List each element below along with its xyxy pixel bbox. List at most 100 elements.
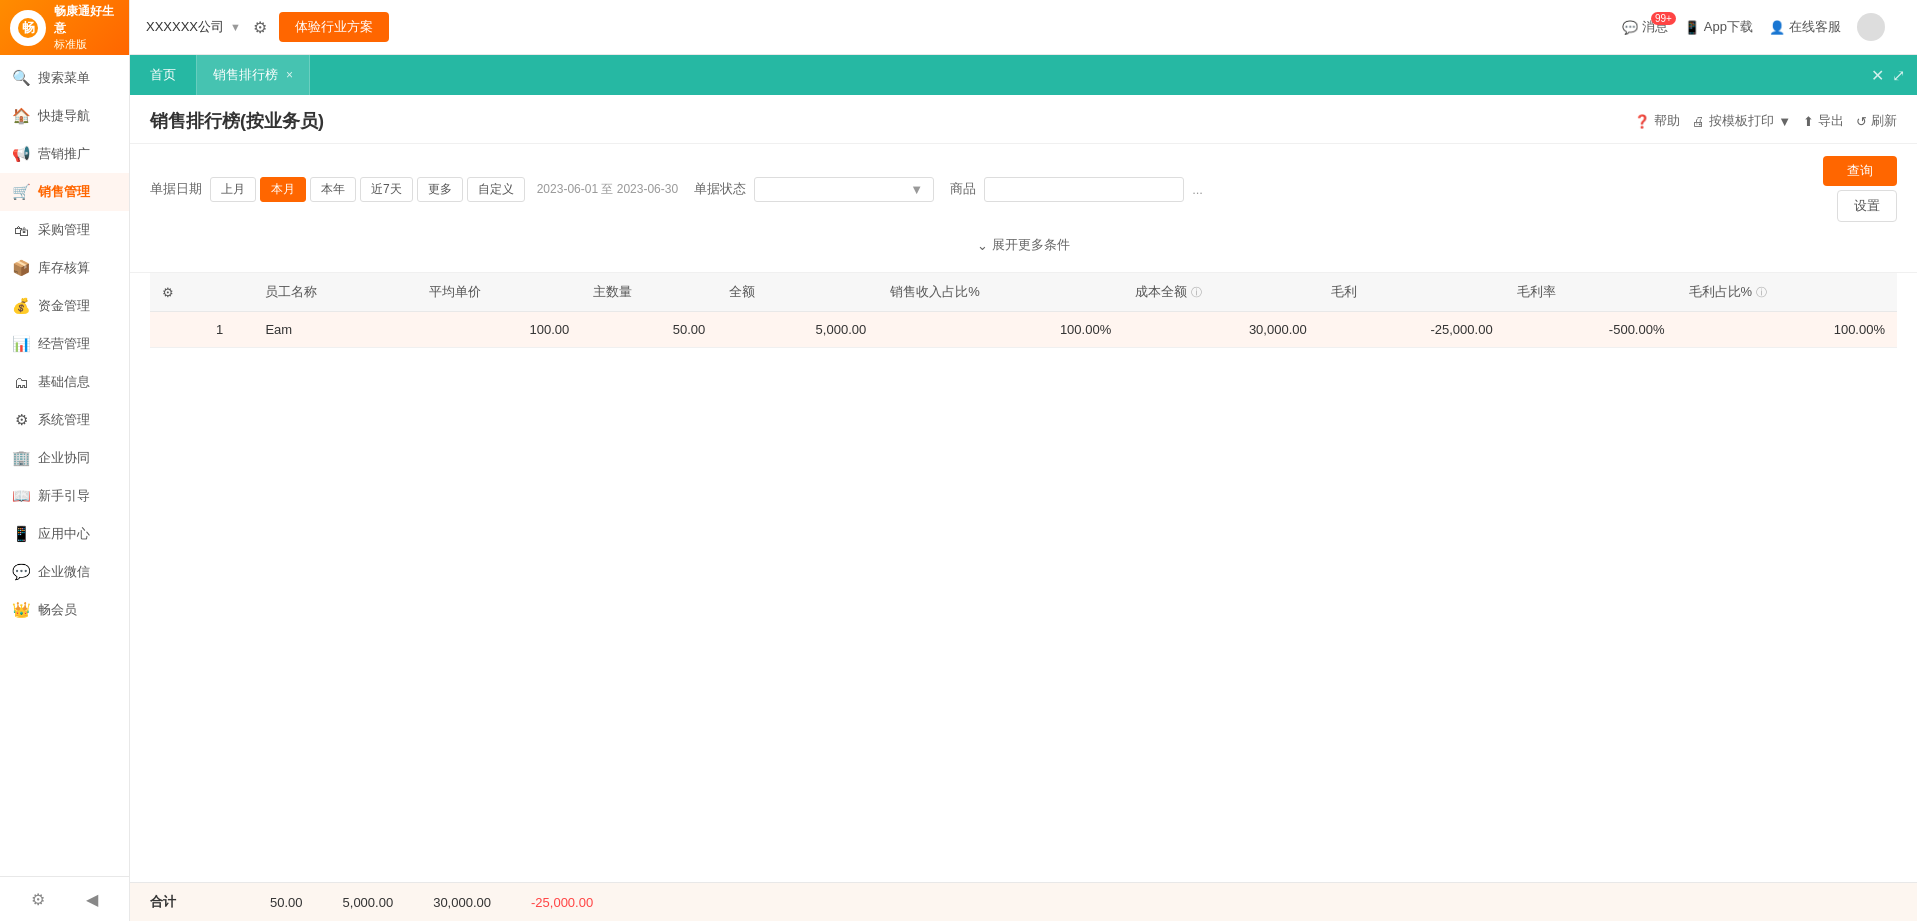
- th-gross: 毛利: [1319, 273, 1505, 312]
- sidebar-item-purchase[interactable]: 🛍 采购管理: [0, 211, 129, 249]
- goods-filter-group: 商品 ...: [950, 177, 1203, 202]
- help-button[interactable]: ❓ 帮助: [1634, 112, 1680, 130]
- page-header-actions: ❓ 帮助 🖨 按模板打印 ▼ ⬆ 导出 ↺ 刷新: [1634, 112, 1897, 130]
- query-button[interactable]: 查询: [1823, 156, 1897, 186]
- member-label: 畅会员: [38, 601, 77, 619]
- sidebar-item-quick-nav[interactable]: 🏠 快捷导航: [0, 97, 129, 135]
- app-label: App下载: [1704, 18, 1753, 36]
- tab-close-window-icon[interactable]: ✕: [1871, 66, 1884, 85]
- date-btn-上月[interactable]: 上月: [210, 177, 256, 202]
- sidebar-item-sales[interactable]: 🛒 销售管理: [0, 173, 129, 211]
- app-icon: 📱: [1684, 20, 1700, 35]
- sidebar-item-inventory[interactable]: 📦 库存核算: [0, 249, 129, 287]
- td-rank: 1: [186, 312, 253, 348]
- sidebar-item-finance[interactable]: 💰 资金管理: [0, 287, 129, 325]
- quick-nav-label: 快捷导航: [38, 107, 90, 125]
- search-icon: 🔍: [12, 69, 30, 87]
- system-icon: ⚙: [12, 411, 30, 429]
- tab-restore-icon[interactable]: ⤢: [1892, 66, 1905, 85]
- logo-sub: 标准版: [54, 37, 119, 52]
- sales-label: 销售管理: [38, 183, 90, 201]
- gross-pct-info-icon: ⓘ: [1756, 286, 1767, 298]
- trial-button[interactable]: 体验行业方案: [279, 12, 389, 42]
- th-rank: [186, 273, 253, 312]
- avatar[interactable]: [1857, 13, 1885, 41]
- td-gross-rate: -500.00%: [1505, 312, 1677, 348]
- tab-close-icon[interactable]: ×: [286, 68, 293, 82]
- print-button[interactable]: 🖨 按模板打印 ▼: [1692, 112, 1791, 130]
- sidebar-item-search[interactable]: 🔍 搜索菜单: [0, 59, 129, 97]
- sidebar-item-basic[interactable]: 🗂 基础信息: [0, 363, 129, 401]
- date-btn-更多[interactable]: 更多: [417, 177, 463, 202]
- sidebar-item-enterprise[interactable]: 🏢 企业协同: [0, 439, 129, 477]
- main-area: XXXXXX公司 ▼ ⚙ 体验行业方案 💬 消息 99+ 📱 App下载 👤 在…: [130, 0, 1917, 921]
- export-button[interactable]: ⬆ 导出: [1803, 112, 1844, 130]
- tab-home[interactable]: 首页: [130, 55, 197, 95]
- td-qty: 50.00: [581, 312, 717, 348]
- date-btn-本年[interactable]: 本年: [310, 177, 356, 202]
- help-icon: ❓: [1634, 114, 1650, 129]
- footer-amount: 5,000.00: [343, 895, 394, 910]
- expand-more-btn[interactable]: ⌄ 展开更多条件: [150, 230, 1897, 260]
- settings-button[interactable]: 设置: [1837, 190, 1897, 222]
- status-select[interactable]: ▼: [754, 177, 934, 202]
- th-qty: 主数量: [581, 273, 717, 312]
- sidebar-item-member[interactable]: 👑 畅会员: [0, 591, 129, 629]
- tab-sales-ranking[interactable]: 销售排行榜 ×: [197, 55, 310, 95]
- company-selector[interactable]: XXXXXX公司 ▼: [146, 18, 241, 36]
- sidebar-menu: 🔍 搜索菜单 🏠 快捷导航 📢 营销推广 🛒 销售管理 🛍 采购管理 📦 库存核…: [0, 55, 129, 876]
- basic-label: 基础信息: [38, 373, 90, 391]
- table-header-row: ⚙ 员工名称 平均单价 主数量 全额 销售收入占比% 成本全额 ⓘ: [150, 273, 1897, 312]
- date-btn-近7天[interactable]: 近7天: [360, 177, 413, 202]
- purchase-label: 采购管理: [38, 221, 90, 239]
- goods-more-btn[interactable]: ...: [1192, 182, 1203, 197]
- guide-icon: 📖: [12, 487, 30, 505]
- sidebar-collapse-button[interactable]: ◀: [82, 886, 102, 913]
- sidebar-item-guide[interactable]: 📖 新手引导: [0, 477, 129, 515]
- message-button[interactable]: 💬 消息 99+: [1622, 18, 1668, 36]
- sidebar-item-marketing[interactable]: 📢 营销推广: [0, 135, 129, 173]
- app-download-button[interactable]: 📱 App下载: [1684, 18, 1753, 36]
- table-row: 1 Eam 100.00 50.00 5,000.00 100.00% 30,0…: [150, 312, 1897, 348]
- status-filter-group: 单据状态 ▼: [694, 177, 934, 202]
- sidebar-logo: 畅 畅康通好生意 标准版: [0, 0, 129, 55]
- sidebar-item-wechat[interactable]: 💬 企业微信: [0, 553, 129, 591]
- sidebar-item-apps[interactable]: 📱 应用中心: [0, 515, 129, 553]
- refresh-button[interactable]: ↺ 刷新: [1856, 112, 1897, 130]
- topbar-settings-icon[interactable]: ⚙: [253, 18, 267, 37]
- print-dropdown-arrow[interactable]: ▼: [1778, 114, 1791, 129]
- online-service-button[interactable]: 👤 在线客服: [1769, 18, 1841, 36]
- action-btns: 查询 设置: [1823, 156, 1897, 222]
- filter-row-1: 单据日期 上月本月本年近7天更多自定义 2023-06-01 至 2023-06…: [150, 156, 1897, 222]
- sidebar-footer: ⚙ ◀: [0, 876, 129, 921]
- data-table: ⚙ 员工名称 平均单价 主数量 全额 销售收入占比% 成本全额 ⓘ: [150, 273, 1897, 348]
- sidebar-item-system[interactable]: ⚙ 系统管理: [0, 401, 129, 439]
- th-cost: 成本全额 ⓘ: [1123, 273, 1319, 312]
- topbar-right: 💬 消息 99+ 📱 App下载 👤 在线客服: [1622, 13, 1901, 41]
- td-settings: [150, 312, 186, 348]
- th-sales-pct: 销售收入占比%: [878, 273, 1123, 312]
- message-icon: 💬: [1622, 20, 1638, 35]
- th-avg-price: 平均单价: [417, 273, 581, 312]
- page-header: 销售排行榜(按业务员) ❓ 帮助 🖨 按模板打印 ▼ ⬆ 导出: [130, 95, 1917, 144]
- filter-area: 单据日期 上月本月本年近7天更多自定义 2023-06-01 至 2023-06…: [130, 144, 1917, 273]
- sidebar-item-operations[interactable]: 📊 经营管理: [0, 325, 129, 363]
- marketing-label: 营销推广: [38, 145, 90, 163]
- date-range-display: 2023-06-01 至 2023-06-30: [537, 181, 678, 198]
- content-area: 销售排行榜(按业务员) ❓ 帮助 🖨 按模板打印 ▼ ⬆ 导出: [130, 95, 1917, 921]
- date-btn-自定义[interactable]: 自定义: [467, 177, 525, 202]
- col-settings-icon[interactable]: ⚙: [162, 285, 174, 300]
- date-btn-本月[interactable]: 本月: [260, 177, 306, 202]
- th-settings: ⚙: [150, 273, 186, 312]
- export-label: 导出: [1818, 112, 1844, 130]
- sidebar-settings-button[interactable]: ⚙: [27, 886, 49, 913]
- finance-label: 资金管理: [38, 297, 90, 315]
- topbar: XXXXXX公司 ▼ ⚙ 体验行业方案 💬 消息 99+ 📱 App下载 👤 在…: [130, 0, 1917, 55]
- td-sales-pct: 100.00%: [878, 312, 1123, 348]
- wechat-icon: 💬: [12, 563, 30, 581]
- operations-label: 经营管理: [38, 335, 90, 353]
- quick-nav-icon: 🏠: [12, 107, 30, 125]
- goods-input[interactable]: [984, 177, 1184, 202]
- cost-info-icon: ⓘ: [1191, 286, 1202, 298]
- td-gross: -25,000.00: [1319, 312, 1505, 348]
